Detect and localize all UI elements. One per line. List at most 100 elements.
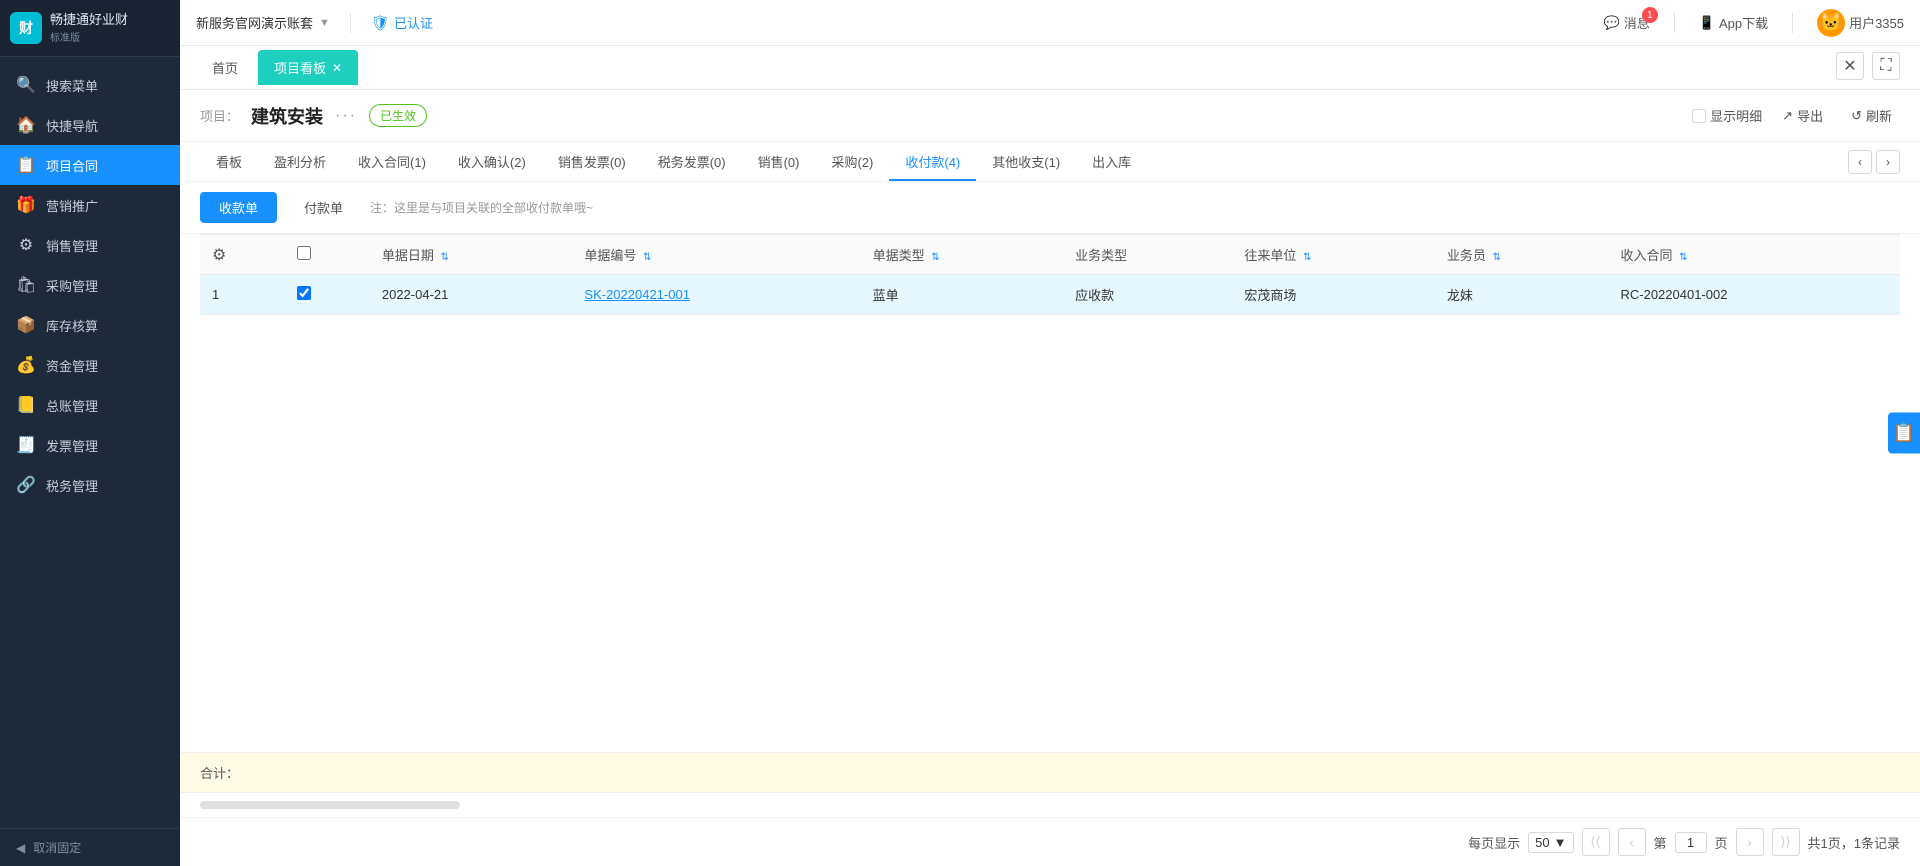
float-action-btn[interactable]: 📋 xyxy=(1888,413,1920,454)
column-date[interactable]: 单据日期 ⇅ xyxy=(370,235,573,275)
sub-tab-btn-receipt[interactable]: 收款单 xyxy=(200,192,277,223)
total-records-label: 共1页，1条记录 xyxy=(1808,833,1900,852)
show-detail-toggle[interactable]: 显示明细 xyxy=(1692,106,1762,125)
refresh-icon: ↺ xyxy=(1851,108,1862,124)
page-size-value: 50 xyxy=(1535,835,1549,850)
topbar-divider2 xyxy=(1674,13,1675,33)
sub-nav-item-other-income[interactable]: 其他收支(1) xyxy=(976,142,1076,181)
gear-icon[interactable]: ⚙ xyxy=(212,247,226,264)
sidebar-nav: 🔍搜索菜单🏠快捷导航 📋 项目合同 🎁营销推广⚙销售管理🛍采购管理📦库存核算💰资金管理… xyxy=(0,57,180,828)
table-row[interactable]: 1 2022-04-21 SK-20220421-001 蓝单 应收款 宏茂商场… xyxy=(200,275,1900,315)
sub-nav-item-profit-analysis[interactable]: 盈利分析 xyxy=(258,142,342,181)
sub-nav-item-warehouse[interactable]: 出入库 xyxy=(1076,142,1147,181)
prev-page-btn[interactable]: ‹ xyxy=(1618,828,1646,856)
sub-nav-item-income-confirm[interactable]: 收入确认(2) xyxy=(442,142,542,181)
sidebar-item-inventory[interactable]: 📦库存核算 xyxy=(0,305,180,345)
sidebar-item-tax-mgmt[interactable]: 🔗 税务管理 xyxy=(0,465,180,505)
sort-icon: ⇅ xyxy=(1493,252,1501,263)
nav-icon-invoice-mgmt: 🧾 xyxy=(16,435,36,455)
sub-nav-item-tax-invoice[interactable]: 税务发票(0) xyxy=(642,142,742,181)
app-logo: 财 xyxy=(10,12,42,44)
sub-nav-item-collection[interactable]: 收付款(4) xyxy=(889,142,976,181)
nav-label-project-contract: 项目合同 xyxy=(46,156,98,175)
sidebar: 财 畅捷通好业财 标准版 🔍搜索菜单🏠快捷导航📋项目合同🎁营销推广⚙销售管理🛍采… xyxy=(0,0,180,866)
data-table: ⚙ 单据日期 ⇅ 单据编号 ⇅ xyxy=(200,234,1900,315)
row-income-contract: RC-20220401-002 xyxy=(1608,275,1900,315)
sidebar-item-purchase-mgmt[interactable]: 🛍采购管理 xyxy=(0,265,180,305)
nav-label-ledger: 总账管理 xyxy=(46,396,98,415)
sub-nav-item-purchase[interactable]: 采购(2) xyxy=(815,142,889,181)
sub-nav-next-btn[interactable]: › xyxy=(1876,150,1900,174)
column-biz-type[interactable]: 业务类型 xyxy=(1063,235,1232,275)
column-number[interactable]: 单据编号 ⇅ xyxy=(572,235,860,275)
column-partner[interactable]: 往来单位 ⇅ xyxy=(1232,235,1435,275)
page-size-label: 每页显示 xyxy=(1468,833,1520,852)
sub-nav-item-sales-invoice[interactable]: 销售发票(0) xyxy=(542,142,642,181)
sidebar-item-search[interactable]: 🔍搜索菜单 xyxy=(0,65,180,105)
show-detail-checkbox[interactable] xyxy=(1692,109,1706,123)
tab-home[interactable]: 首页 xyxy=(196,50,254,85)
sub-nav-item-kanban[interactable]: 看板 xyxy=(200,142,258,181)
tab-bar: 首页项目看板✕ xyxy=(180,46,1920,90)
column-salesperson[interactable]: 业务员 ⇅ xyxy=(1435,235,1609,275)
show-detail-label: 显示明细 xyxy=(1710,106,1762,125)
sidebar-item-ledger[interactable]: 📒总账管理 xyxy=(0,385,180,425)
column-income-contract[interactable]: 收入合同 ⇅ xyxy=(1608,235,1900,275)
app-download-label: App下载 xyxy=(1719,13,1768,32)
nav-icon-search: 🔍 xyxy=(16,75,36,95)
row-checkbox[interactable] xyxy=(297,286,311,300)
sub-nav-item-sales[interactable]: 销售(0) xyxy=(742,142,816,181)
tab-project-board[interactable]: 项目看板✕ xyxy=(258,50,358,85)
first-page-btn[interactable]: ⟨⟨ xyxy=(1582,828,1610,856)
page-size-select[interactable]: 50 ▼ xyxy=(1528,832,1573,853)
sub-nav-prev-btn[interactable]: ‹ xyxy=(1848,150,1872,174)
sidebar-item-marketing[interactable]: 🎁营销推广 xyxy=(0,185,180,225)
app-download-btn[interactable]: 📱 App下载 xyxy=(1699,13,1768,32)
sub-nav-item-income-contract[interactable]: 收入合同(1) xyxy=(342,142,442,181)
nav-label-tax-mgmt: 税务管理 xyxy=(46,476,98,495)
nav-icon-quick-nav: 🏠 xyxy=(16,115,36,135)
close-button[interactable]: ✕ xyxy=(1836,52,1864,80)
row-salesperson: 龙妹 xyxy=(1435,275,1609,315)
sidebar-item-quick-nav[interactable]: 🏠快捷导航 xyxy=(0,105,180,145)
page-number-input[interactable]: 1 xyxy=(1675,832,1707,853)
column-settings[interactable]: ⚙ xyxy=(200,235,285,275)
user-menu[interactable]: 🐱 用户3355 xyxy=(1817,9,1904,37)
nav-icon-tax-mgmt: 🔗 xyxy=(16,475,36,495)
row-number-link[interactable]: SK-20220421-001 xyxy=(584,287,690,302)
nav-icon-marketing: 🎁 xyxy=(16,195,36,215)
message-btn[interactable]: 💬 消息 1 xyxy=(1604,13,1650,32)
column-checkbox[interactable] xyxy=(285,235,370,275)
sub-tab-btn-payment[interactable]: 付款单 xyxy=(285,192,362,223)
scrollbar-thumb[interactable] xyxy=(200,801,460,809)
table-header-row: ⚙ 单据日期 ⇅ 单据编号 ⇅ xyxy=(200,235,1900,275)
nav-icon-sales-mgmt: ⚙ xyxy=(16,235,36,255)
refresh-btn[interactable]: ↺ 刷新 xyxy=(1843,102,1900,129)
horizontal-scrollbar[interactable] xyxy=(180,793,1920,817)
row-checkbox-cell[interactable] xyxy=(285,275,370,315)
row-number[interactable]: SK-20220421-001 xyxy=(572,275,860,315)
column-type[interactable]: 单据类型 ⇅ xyxy=(861,235,1064,275)
sidebar-item-project-contract[interactable]: 📋 项目合同 xyxy=(0,145,180,185)
more-options-btn[interactable]: ··· xyxy=(335,107,357,125)
sidebar-item-sales-mgmt[interactable]: ⚙销售管理 xyxy=(0,225,180,265)
maximize-button[interactable]: ⛶ xyxy=(1872,52,1900,80)
sidebar-item-invoice-mgmt[interactable]: 🧾发票管理 xyxy=(0,425,180,465)
export-icon: ↗ xyxy=(1782,108,1793,124)
row-biz-type: 应收款 xyxy=(1063,275,1232,315)
last-page-btn[interactable]: ⟩⟩ xyxy=(1772,828,1800,856)
export-btn[interactable]: ↗ 导出 xyxy=(1774,102,1831,129)
next-page-btn[interactable]: › xyxy=(1736,828,1764,856)
project-selector[interactable]: 新服务官网演示账套 ▼ xyxy=(196,13,330,32)
main-content: 新服务官网演示账套 ▼ 🛡 已认证 💬 消息 1 📱 App下载 🐱 用户335… xyxy=(180,0,1920,866)
page-size-dropdown-icon: ▼ xyxy=(1554,835,1567,850)
project-label: 项目： xyxy=(200,106,239,125)
nav-label-purchase-mgmt: 采购管理 xyxy=(46,276,98,295)
select-all-checkbox[interactable] xyxy=(297,246,311,260)
sidebar-footer-unpin[interactable]: ◀ 取消固定 xyxy=(0,828,180,866)
sidebar-item-capital-mgmt[interactable]: 💰资金管理 xyxy=(0,345,180,385)
tab-close-project-board[interactable]: ✕ xyxy=(332,62,342,74)
pagination: 每页显示 50 ▼ ⟨⟨ ‹ 第 1 页 › ⟩⟩ 共1页，1条记录 xyxy=(180,817,1920,866)
nav-icon-project-contract: 📋 xyxy=(16,155,36,175)
shield-icon: 🛡 xyxy=(371,14,390,32)
